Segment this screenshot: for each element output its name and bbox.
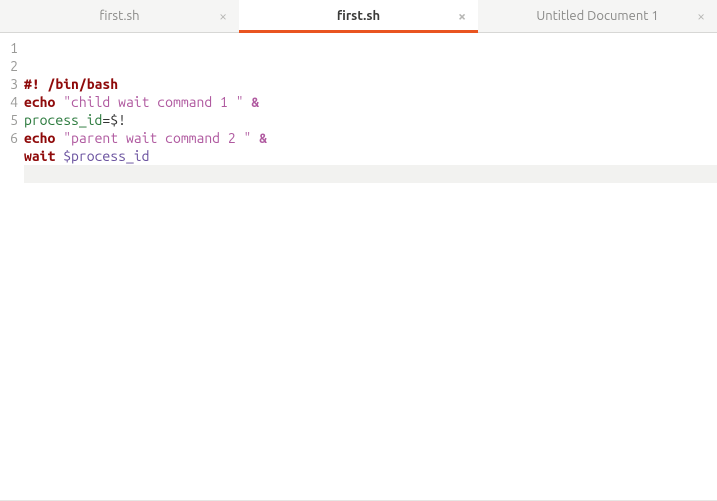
tab-label: first.sh bbox=[337, 9, 380, 23]
tab-first-sh-1[interactable]: first.sh × bbox=[0, 0, 239, 32]
token-amp: & bbox=[251, 130, 267, 146]
line-number-gutter: 1 2 3 4 5 6 bbox=[0, 33, 20, 500]
token-assign: =$! bbox=[102, 112, 126, 128]
tab-label: Untitled Document 1 bbox=[536, 9, 658, 23]
line-number: 4 bbox=[0, 93, 18, 111]
code-line: echo "parent wait command 2 " & bbox=[24, 129, 717, 147]
token-variable-ref: $process_id bbox=[63, 148, 149, 164]
line-number: 2 bbox=[0, 57, 18, 75]
line-number: 3 bbox=[0, 75, 18, 93]
token-string: "parent wait command 2 " bbox=[63, 130, 251, 146]
token-keyword: wait bbox=[24, 148, 55, 164]
token-keyword: echo bbox=[24, 130, 55, 146]
token-variable: process_id bbox=[24, 112, 102, 128]
close-icon[interactable]: × bbox=[458, 9, 466, 23]
token-keyword: echo bbox=[24, 94, 55, 110]
code-line: echo "child wait command 1 " & bbox=[24, 93, 717, 111]
tab-bar: first.sh × first.sh × Untitled Document … bbox=[0, 0, 717, 33]
code-line-current bbox=[24, 165, 717, 183]
token-amp: & bbox=[244, 94, 260, 110]
code-line: process_id=$! bbox=[24, 111, 717, 129]
tab-label: first.sh bbox=[99, 9, 139, 23]
code-area[interactable]: #! /bin/bashecho "child wait command 1 "… bbox=[20, 33, 717, 500]
token-shebang: #! bbox=[24, 76, 40, 92]
tab-untitled-1[interactable]: Untitled Document 1 × bbox=[478, 0, 717, 32]
tab-first-sh-2[interactable]: first.sh × bbox=[239, 0, 478, 32]
close-icon[interactable]: × bbox=[697, 9, 705, 23]
close-icon[interactable]: × bbox=[219, 9, 227, 23]
code-editor[interactable]: 1 2 3 4 5 6 #! /bin/bashecho "child wait… bbox=[0, 33, 717, 501]
line-number: 1 bbox=[0, 39, 18, 57]
token-string: "child wait command 1 " bbox=[63, 94, 243, 110]
line-number: 5 bbox=[0, 111, 18, 129]
code-line: wait $process_id bbox=[24, 147, 717, 165]
token-shebang-path: /bin/bash bbox=[40, 76, 118, 92]
line-number: 6 bbox=[0, 129, 18, 147]
code-line: #! /bin/bash bbox=[24, 75, 717, 93]
